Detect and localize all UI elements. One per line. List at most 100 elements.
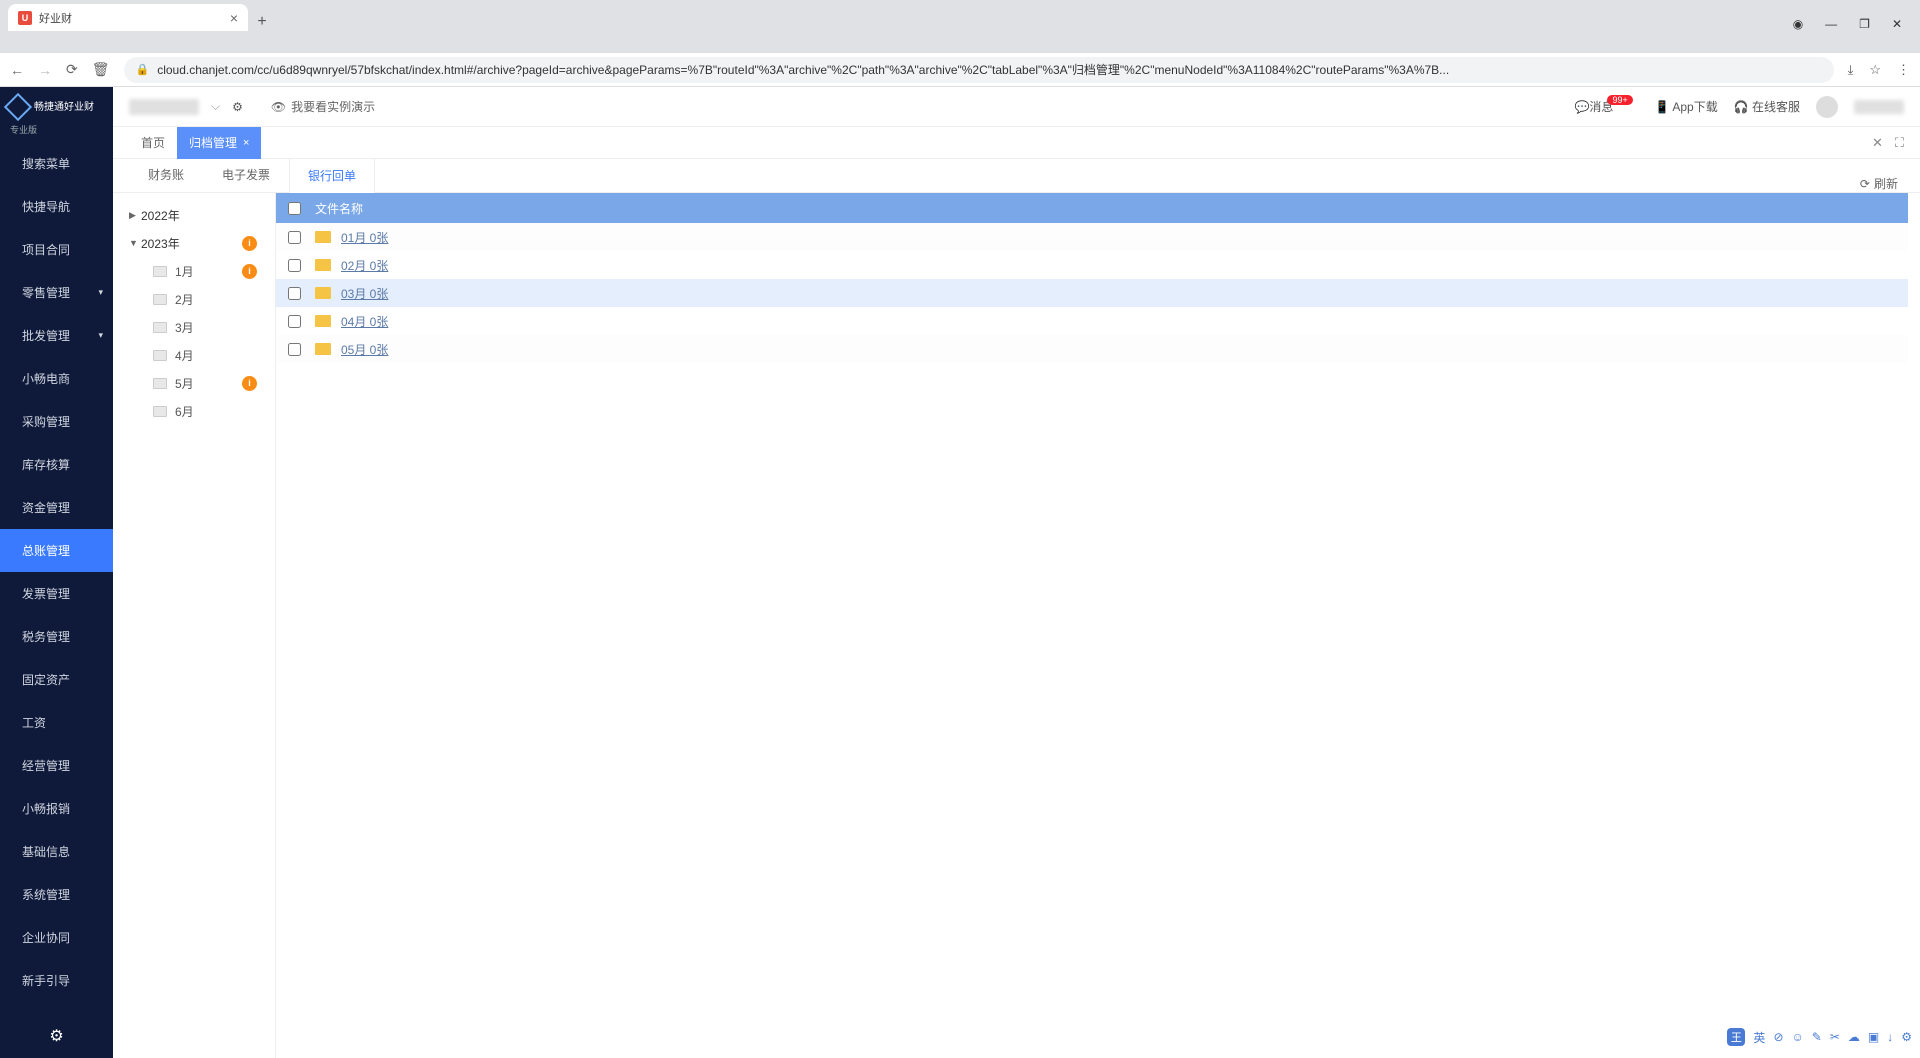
sidebar-item[interactable]: 零售管理▾ bbox=[0, 271, 113, 314]
star-icon[interactable]: ☆ bbox=[1869, 62, 1881, 78]
alert-badge-icon: i bbox=[242, 236, 257, 251]
company-selector[interactable]: ⌵ ⚙ bbox=[129, 99, 243, 115]
tree-year-2023[interactable]: ▼ 2023年 i bbox=[113, 229, 275, 257]
row-checkbox[interactable] bbox=[288, 343, 301, 356]
minimize-icon[interactable]: — bbox=[1825, 17, 1837, 31]
chevron-down-icon: ⌵ bbox=[211, 99, 220, 114]
gear-icon[interactable]: ⚙ bbox=[232, 100, 243, 114]
message-link[interactable]: 💬消息99+ bbox=[1574, 98, 1638, 115]
tray-icon[interactable]: ⚙ bbox=[1901, 1030, 1912, 1044]
tray-icon[interactable]: ↓ bbox=[1887, 1030, 1893, 1044]
tray-icon[interactable]: ✎ bbox=[1812, 1030, 1822, 1044]
close-window-icon[interactable]: ✕ bbox=[1892, 17, 1902, 31]
folder-icon bbox=[153, 322, 167, 333]
subtab-invoice[interactable]: 电子发票 bbox=[203, 157, 289, 192]
sidebar-item[interactable]: 小畅电商 bbox=[0, 357, 113, 400]
app-download[interactable]: 📱 App下载 bbox=[1655, 98, 1718, 115]
menu-icon[interactable]: ⋮ bbox=[1897, 62, 1910, 78]
tray-icon[interactable]: ☁ bbox=[1848, 1030, 1860, 1044]
demo-link[interactable]: 👁 我要看实例演示 bbox=[271, 98, 375, 115]
ime-indicator[interactable]: 英 bbox=[1753, 1029, 1765, 1046]
table-row[interactable]: 05月 0张 bbox=[276, 335, 1908, 363]
sidebar-item[interactable]: 企业协同 bbox=[0, 916, 113, 959]
sidebar-item[interactable]: 税务管理 bbox=[0, 615, 113, 658]
lock-icon: 🔒 bbox=[136, 63, 150, 76]
sidebar-item[interactable]: 总账管理 bbox=[0, 529, 113, 572]
browser-tab[interactable]: U 好业财 × bbox=[8, 4, 248, 31]
url-bar[interactable]: 🔒 cloud.chanjet.com/cc/u6d89qwnryel/57bf… bbox=[124, 57, 1834, 83]
sidebar-item[interactable]: 新手引导 bbox=[0, 959, 113, 1002]
sidebar-item[interactable]: 资金管理 bbox=[0, 486, 113, 529]
tray-icon[interactable]: ▣ bbox=[1868, 1030, 1879, 1044]
file-link[interactable]: 03月 0张 bbox=[341, 285, 388, 302]
folder-icon bbox=[153, 378, 167, 389]
tray-icon[interactable]: ⊘ bbox=[1773, 1030, 1783, 1044]
file-link[interactable]: 01月 0张 bbox=[341, 229, 388, 246]
chevron-down-icon: ▾ bbox=[98, 287, 103, 298]
tree-month[interactable]: 4月 bbox=[113, 341, 275, 369]
new-tab-button[interactable]: + bbox=[248, 13, 276, 31]
close-icon[interactable]: × bbox=[243, 137, 249, 149]
file-link[interactable]: 04月 0张 bbox=[341, 313, 388, 330]
online-service[interactable]: 🎧 在线客服 bbox=[1734, 98, 1800, 115]
trash-icon[interactable]: 🗑 bbox=[92, 61, 110, 78]
tree-month[interactable]: 3月 bbox=[113, 313, 275, 341]
sidebar-item[interactable]: 小畅报销 bbox=[0, 787, 113, 830]
tree-month[interactable]: 1月i bbox=[113, 257, 275, 285]
sidebar-item[interactable]: 批发管理▾ bbox=[0, 314, 113, 357]
sidebar-item[interactable]: 工资 bbox=[0, 701, 113, 744]
file-link[interactable]: 02月 0张 bbox=[341, 257, 388, 274]
logo: 畅捷通好业财 bbox=[0, 87, 113, 127]
table-row[interactable]: 01月 0张 bbox=[276, 223, 1908, 251]
subtab-finance[interactable]: 财务账 bbox=[129, 157, 203, 192]
tab-archive[interactable]: 归档管理× bbox=[177, 127, 261, 159]
tab-home[interactable]: 首页 bbox=[129, 127, 177, 159]
sidebar-item[interactable]: 库存核算 bbox=[0, 443, 113, 486]
tree-year-2022[interactable]: ▶ 2022年 bbox=[113, 201, 275, 229]
reload-icon[interactable]: ⟳ bbox=[66, 61, 78, 78]
table-row[interactable]: 04月 0张 bbox=[276, 307, 1908, 335]
sidebar-item[interactable]: 固定资产 bbox=[0, 658, 113, 701]
settings-icon[interactable]: ⚙ bbox=[0, 1014, 113, 1058]
install-icon[interactable]: ⤓ bbox=[1848, 62, 1854, 78]
tray-app-icon[interactable]: 王 bbox=[1727, 1028, 1745, 1046]
sidebar-item[interactable]: 搜索菜单 bbox=[0, 142, 113, 185]
fullscreen-icon[interactable]: ⛶ bbox=[1895, 135, 1904, 151]
file-table-header: 文件名称 bbox=[276, 193, 1908, 223]
tree-month[interactable]: 2月 bbox=[113, 285, 275, 313]
forward-icon[interactable]: → bbox=[38, 62, 52, 78]
sidebar-item[interactable]: 基础信息 bbox=[0, 830, 113, 873]
file-link[interactable]: 05月 0张 bbox=[341, 341, 388, 358]
tray-icon[interactable]: ☺ bbox=[1792, 1030, 1804, 1044]
select-all-checkbox[interactable] bbox=[288, 202, 301, 215]
table-row[interactable]: 02月 0张 bbox=[276, 251, 1908, 279]
back-icon[interactable]: ← bbox=[10, 62, 24, 78]
row-checkbox[interactable] bbox=[288, 231, 301, 244]
close-icon[interactable]: × bbox=[230, 10, 238, 26]
sidebar-item[interactable]: 经营管理 bbox=[0, 744, 113, 787]
subtab-bank[interactable]: 银行回单 bbox=[289, 158, 375, 193]
table-row[interactable]: 03月 0张 bbox=[276, 279, 1908, 307]
sidebar-item[interactable]: 发票管理 bbox=[0, 572, 113, 615]
system-tray: 王 英 ⊘ ☺ ✎ ✂ ☁ ▣ ↓ ⚙ bbox=[1727, 1028, 1912, 1046]
sidebar-item[interactable]: 快捷导航 bbox=[0, 185, 113, 228]
row-checkbox[interactable] bbox=[288, 287, 301, 300]
folder-icon bbox=[315, 231, 331, 243]
sidebar-item[interactable]: 系统管理 bbox=[0, 873, 113, 916]
refresh-icon: ⟳ bbox=[1860, 177, 1870, 191]
sidebar-item[interactable]: 项目合同 bbox=[0, 228, 113, 271]
refresh-button[interactable]: ⟳刷新 bbox=[1860, 175, 1920, 192]
tray-icon[interactable]: ✂ bbox=[1830, 1030, 1840, 1044]
row-checkbox[interactable] bbox=[288, 315, 301, 328]
url-text: cloud.chanjet.com/cc/u6d89qwnryel/57bfsk… bbox=[157, 61, 1449, 78]
file-panel: 文件名称 01月 0张 02月 0张 03月 0张 04月 0张 05月 0张 bbox=[276, 193, 1920, 1058]
tree-month[interactable]: 6月 bbox=[113, 397, 275, 425]
avatar[interactable] bbox=[1816, 96, 1838, 118]
folder-icon bbox=[153, 294, 167, 305]
tree-month[interactable]: 5月i bbox=[113, 369, 275, 397]
page-tabs: 首页 归档管理× ✕ ⛶ bbox=[113, 127, 1920, 159]
sidebar-item[interactable]: 采购管理 bbox=[0, 400, 113, 443]
close-all-icon[interactable]: ✕ bbox=[1872, 135, 1883, 151]
maximize-icon[interactable]: ❐ bbox=[1859, 17, 1870, 31]
row-checkbox[interactable] bbox=[288, 259, 301, 272]
